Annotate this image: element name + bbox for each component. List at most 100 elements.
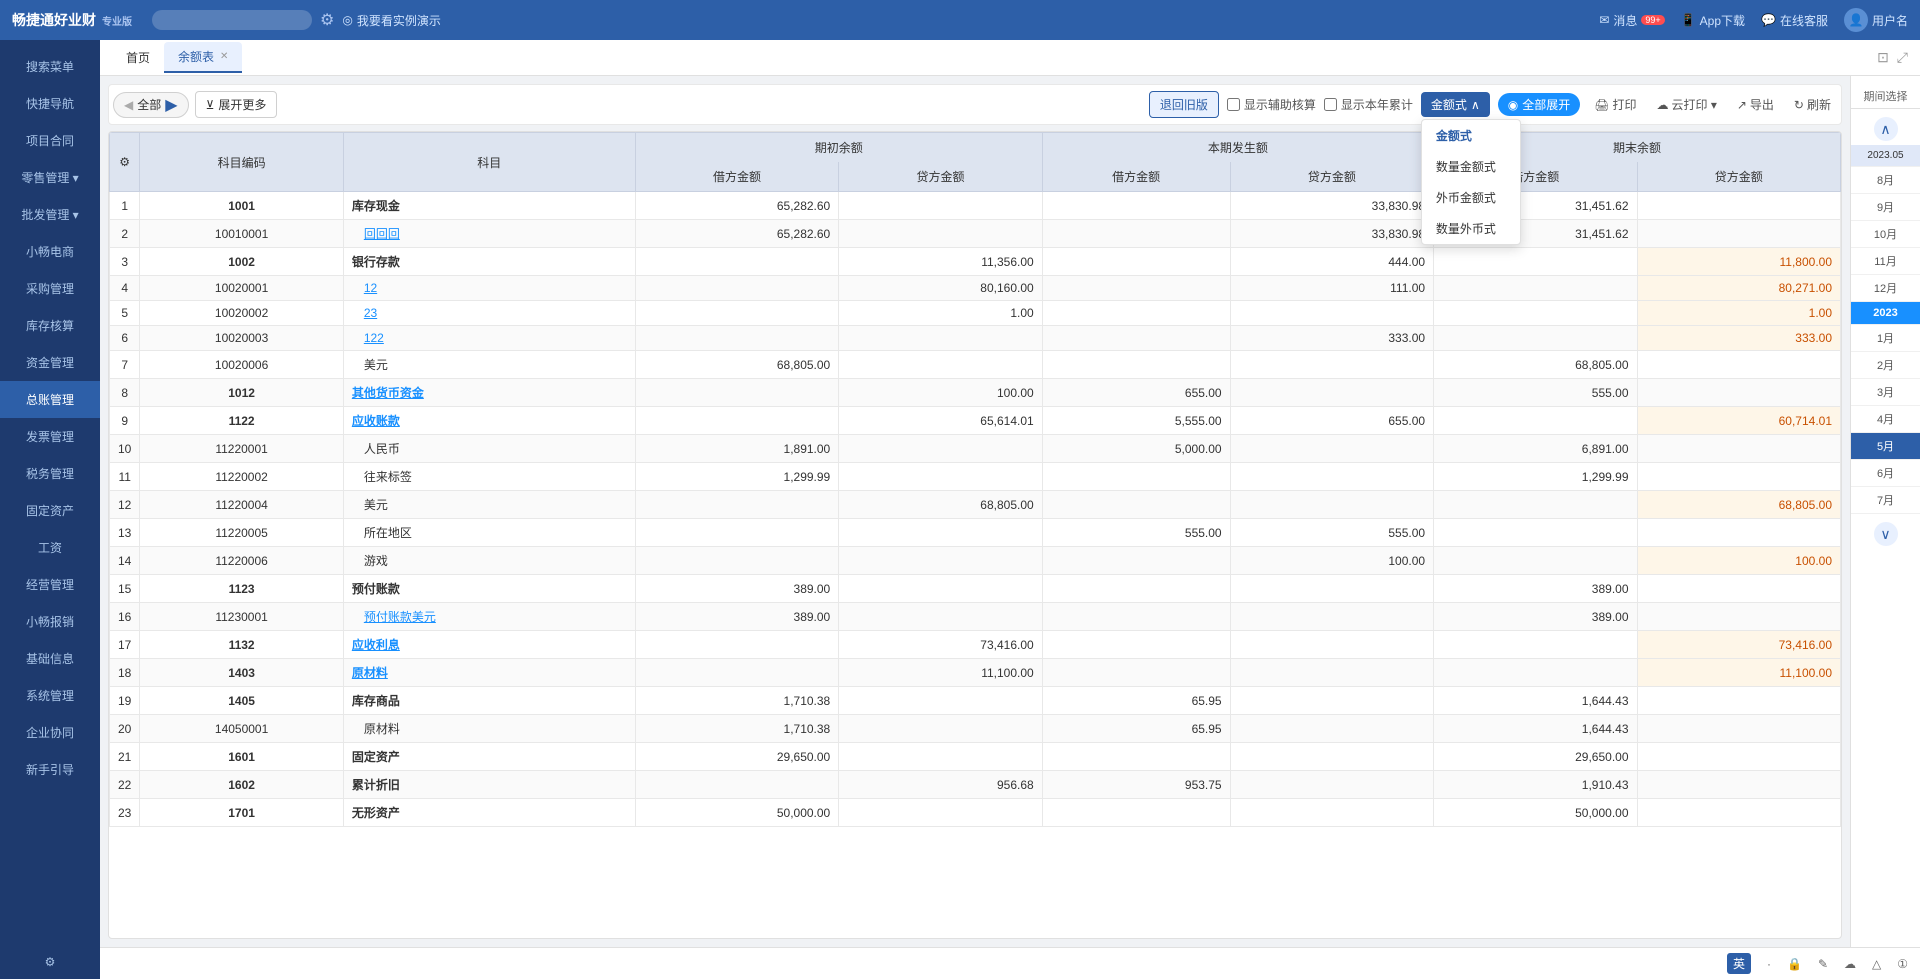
page-content: ◀ 全部 ▶ ⊻ 展开更多 退回旧版 <box>100 76 1920 947</box>
cell-code: 1405 <box>140 687 343 715</box>
period-2023-05-start[interactable]: 2023.05 <box>1851 145 1920 167</box>
show-assist-checkbox[interactable]: 显示辅助核算 <box>1227 96 1316 113</box>
sidebar-item-purchase[interactable]: 采购管理 <box>0 270 100 307</box>
format-option-amount[interactable]: 金额式 <box>1422 120 1520 151</box>
assist-checkbox-input[interactable] <box>1227 98 1240 111</box>
sidebar-item-project[interactable]: 项目合同 <box>0 122 100 159</box>
cell-ob_c <box>839 715 1042 743</box>
cell-cb_c: 73,416.00 <box>1637 631 1841 659</box>
cell-pd <box>1042 192 1230 220</box>
cell-name[interactable]: 12 <box>343 276 635 301</box>
sidebar-item-tax[interactable]: 税务管理 <box>0 455 100 492</box>
search-box[interactable]: ◀ 全部 ▶ <box>113 92 189 118</box>
sidebar-item-expense[interactable]: 小畅报销 <box>0 603 100 640</box>
message-button[interactable]: ✉ 消息 99+ <box>1599 12 1664 29</box>
print-button[interactable]: 🖨 打印 <box>1588 93 1642 116</box>
tab-home[interactable]: 首页 <box>112 43 164 72</box>
status-translate[interactable]: 英 <box>1727 953 1751 974</box>
period-6[interactable]: 6月 <box>1851 460 1920 487</box>
sidebar-item-ecommerce[interactable]: 小畅电商 <box>0 233 100 270</box>
user-avatar[interactable]: 👤 用户名 <box>1844 8 1908 32</box>
status-edit[interactable]: ✎ <box>1818 957 1828 971</box>
period-11[interactable]: 11月 <box>1851 248 1920 275</box>
expand-icon: ⊻ <box>206 98 215 112</box>
cell-name[interactable]: 应收账款 <box>343 407 635 435</box>
sidebar-item-operations[interactable]: 经营管理 <box>0 566 100 603</box>
settings-icon[interactable]: ⚙ <box>320 10 334 30</box>
sidebar-item-capital[interactable]: 资金管理 <box>0 344 100 381</box>
sidebar-item-quicknav[interactable]: 快捷导航 <box>0 85 100 122</box>
year-checkbox-input[interactable] <box>1324 98 1337 111</box>
status-number[interactable]: ① <box>1897 957 1908 971</box>
cell-name[interactable]: 原材料 <box>343 659 635 687</box>
period-down-button[interactable]: ∨ <box>1874 522 1898 546</box>
format-option-qty-foreign[interactable]: 数量外币式 <box>1422 213 1520 244</box>
service-button[interactable]: 💬 在线客服 <box>1761 12 1828 29</box>
status-alert[interactable]: △ <box>1872 957 1881 971</box>
period-5[interactable]: 5月 <box>1851 433 1920 460</box>
demo-link[interactable]: ◎ 我要看实例演示 <box>342 12 441 29</box>
status-lock[interactable]: 🔒 <box>1787 957 1802 971</box>
tab-balance[interactable]: 余额表 ✕ <box>164 42 242 73</box>
period-2023-year[interactable]: 2023 <box>1851 302 1920 325</box>
period-10[interactable]: 10月 <box>1851 221 1920 248</box>
cell-name[interactable]: 回回回 <box>343 220 635 248</box>
main-layout: 搜索菜单 快捷导航 项目合同 零售管理 ▾ 批发管理 ▾ 小畅电商 采购管理 库… <box>0 40 1920 979</box>
tab-maximize-icon[interactable]: ⤢ <box>1897 49 1908 66</box>
return-old-button[interactable]: 退回旧版 <box>1149 91 1219 118</box>
th-settings[interactable]: ⚙ <box>110 133 140 192</box>
cell-name: 无形资产 <box>343 799 635 827</box>
sidebar-item-basic[interactable]: 基础信息 <box>0 640 100 677</box>
cell-pc <box>1230 799 1433 827</box>
expand-more-button[interactable]: ⊻ 展开更多 <box>195 91 278 118</box>
cell-name[interactable]: 23 <box>343 301 635 326</box>
expand-all-button[interactable]: ◉ 全部展开 <box>1498 93 1581 116</box>
status-cloud[interactable]: ☁ <box>1844 957 1856 971</box>
export-button[interactable]: ↗ 导出 <box>1731 93 1780 116</box>
cell-name[interactable]: 应收利息 <box>343 631 635 659</box>
sidebar-item-inventory[interactable]: 库存核算 <box>0 307 100 344</box>
sidebar-item-salary[interactable]: 工资 <box>0 529 100 566</box>
period-3[interactable]: 3月 <box>1851 379 1920 406</box>
sidebar-item-ledger[interactable]: 总账管理 <box>0 381 100 418</box>
cell-name[interactable]: 预付账款美元 <box>343 603 635 631</box>
cell-ob_d: 1,710.38 <box>635 687 838 715</box>
sidebar-item-search[interactable]: 搜索菜单 <box>0 48 100 85</box>
period-12[interactable]: 12月 <box>1851 275 1920 302</box>
logo-text: 畅捷通好业财 <box>12 10 96 30</box>
search-right-arrow[interactable]: ▶ <box>165 95 177 115</box>
format-option-qty-amount[interactable]: 数量金额式 <box>1422 151 1520 182</box>
cell-ob_d <box>635 519 838 547</box>
period-up-button[interactable]: ∧ <box>1874 117 1898 141</box>
period-8[interactable]: 8月 <box>1851 167 1920 194</box>
sidebar-settings[interactable]: ⚙ <box>35 945 66 979</box>
cloud-print-button[interactable]: ☁ 云打印 ▾ <box>1650 93 1722 116</box>
download-button[interactable]: 📱 App下载 <box>1681 12 1745 29</box>
cell-name[interactable]: 122 <box>343 326 635 351</box>
period-9[interactable]: 9月 <box>1851 194 1920 221</box>
period-7[interactable]: 7月 <box>1851 487 1920 514</box>
search-left-arrow[interactable]: ◀ <box>124 98 133 112</box>
period-2[interactable]: 2月 <box>1851 352 1920 379</box>
message-badge: 99+ <box>1641 15 1664 25</box>
sidebar-item-collab[interactable]: 企业协同 <box>0 714 100 751</box>
sidebar-item-retail[interactable]: 零售管理 ▾ <box>0 159 100 196</box>
refresh-button[interactable]: ↻ 刷新 <box>1788 93 1837 116</box>
tab-restore-icon[interactable]: ⊡ <box>1877 49 1889 66</box>
tab-close-icon[interactable]: ✕ <box>220 51 228 62</box>
format-button[interactable]: 金额式 ∧ <box>1421 92 1490 117</box>
cell-name[interactable]: 其他货币资金 <box>343 379 635 407</box>
status-dot: · <box>1767 957 1771 971</box>
cell-ob_c <box>839 435 1042 463</box>
sidebar-item-assets[interactable]: 固定资产 <box>0 492 100 529</box>
cell-code: 11220001 <box>140 435 343 463</box>
show-year-checkbox[interactable]: 显示本年累计 <box>1324 96 1413 113</box>
period-1[interactable]: 1月 <box>1851 325 1920 352</box>
sidebar-item-guide[interactable]: 新手引导 <box>0 751 100 788</box>
sidebar-item-system[interactable]: 系统管理 <box>0 677 100 714</box>
format-option-foreign-amount[interactable]: 外币金额式 <box>1422 182 1520 213</box>
topbar-search[interactable] <box>152 10 312 30</box>
period-4[interactable]: 4月 <box>1851 406 1920 433</box>
sidebar-item-invoice[interactable]: 发票管理 <box>0 418 100 455</box>
sidebar-item-wholesale[interactable]: 批发管理 ▾ <box>0 196 100 233</box>
